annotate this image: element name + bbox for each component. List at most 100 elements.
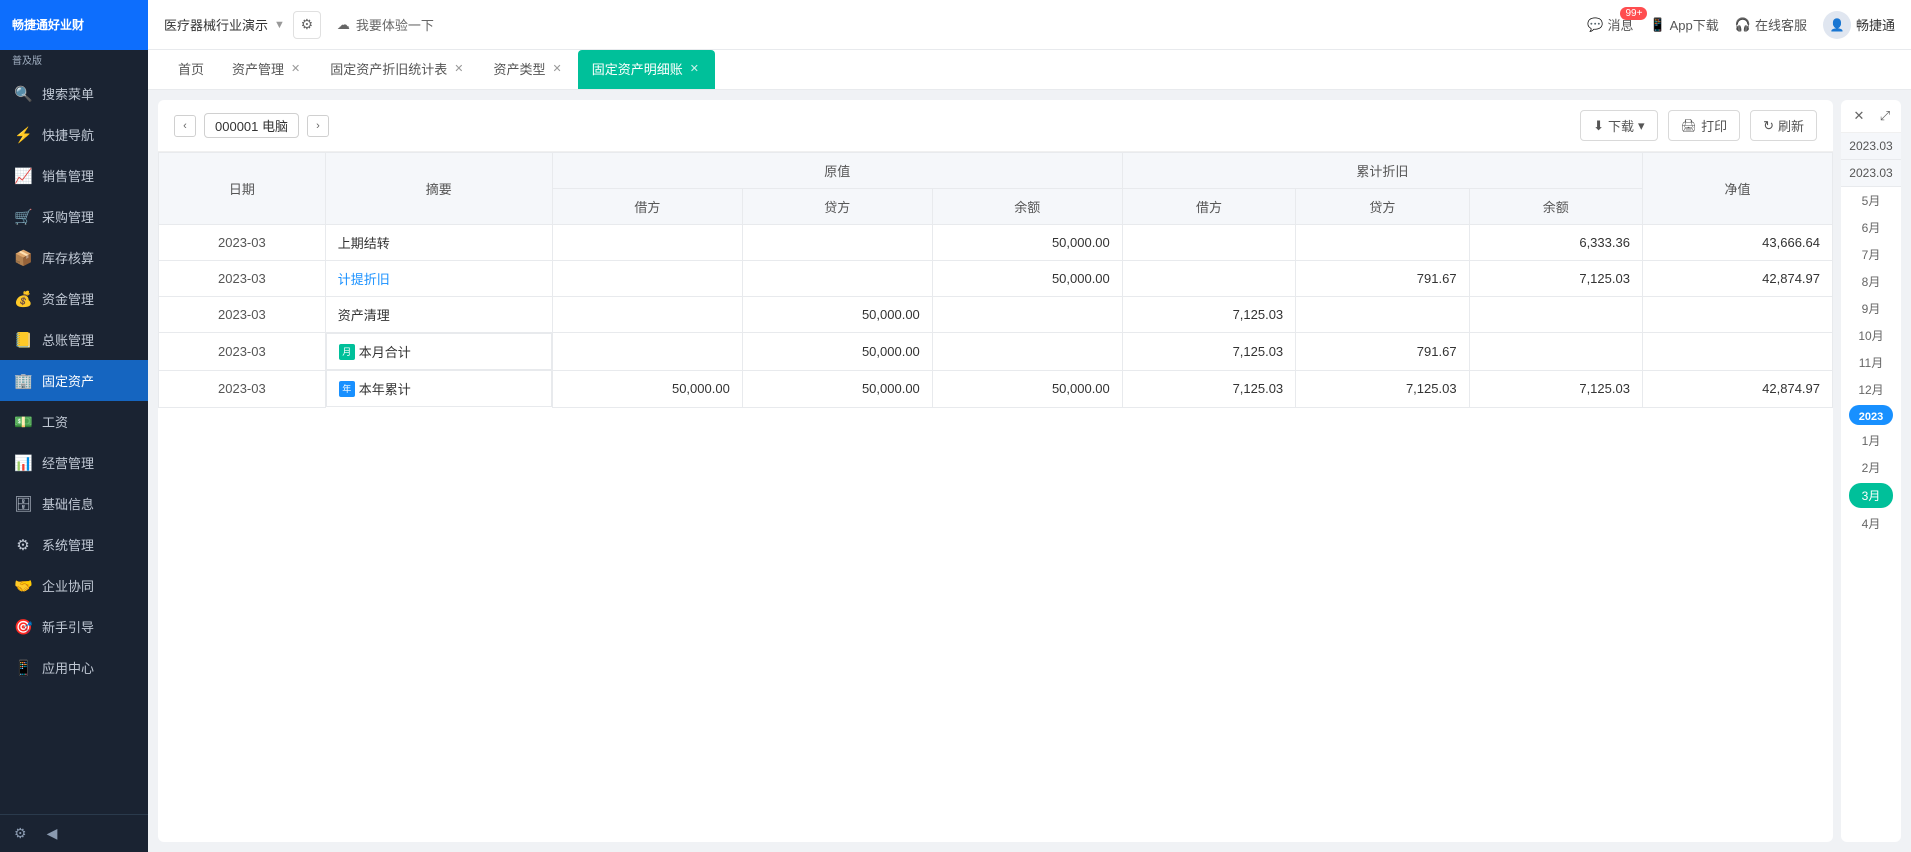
tab-close-icon[interactable]: ✕: [551, 60, 564, 77]
sidebar-item-fixedassets[interactable]: 🏢 固定资产: [0, 360, 148, 401]
refresh-button[interactable]: ↻ 刷新: [1750, 110, 1817, 141]
sidebar-item-system[interactable]: ⚙ 系统管理: [0, 524, 148, 565]
ledger-icon: 📒: [14, 331, 32, 349]
timeline-month[interactable]: 10月: [1841, 322, 1901, 349]
sidebar-item-funds[interactable]: 💰 资金管理: [0, 278, 148, 319]
company-selector[interactable]: 医疗器械行业演示 ▼: [164, 15, 285, 34]
onlineservice-button[interactable]: 🎧 在线客服: [1735, 15, 1807, 34]
prev-arrow[interactable]: ‹: [174, 115, 196, 137]
table-row: 2023-03 年 本年累计 50,000.00 50,000.00 50,00…: [159, 370, 1833, 407]
table-row: 2023-03 资产清理 50,000.00 7,125.03: [159, 297, 1833, 333]
td-date: 2023-03: [159, 261, 326, 297]
timeline-month[interactable]: 6月: [1841, 214, 1901, 241]
sidebar-item-appcenter[interactable]: 📱 应用中心: [0, 647, 148, 688]
timeline-top-buttons: ✕ ⤢: [1841, 100, 1901, 133]
refresh-label: 刷新: [1778, 116, 1804, 135]
close-timeline-button[interactable]: ✕: [1847, 104, 1871, 128]
timeline-month[interactable]: 5月: [1841, 187, 1901, 214]
td-net-value: 42,874.97: [1642, 370, 1832, 407]
timeline-month[interactable]: 7月: [1841, 241, 1901, 268]
next-arrow[interactable]: ›: [307, 115, 329, 137]
download-button[interactable]: ⬇ 下载 ▾: [1580, 110, 1657, 141]
td-date: 2023-03: [159, 297, 326, 333]
th-summary: 摘要: [325, 153, 552, 225]
sidebar-item-collab[interactable]: 🤝 企业协同: [0, 565, 148, 606]
timeline-month[interactable]: 12月: [1841, 376, 1901, 403]
td-orig-credit: 50,000.00: [742, 370, 932, 407]
sidebar-item-label: 总账管理: [42, 330, 94, 349]
tab-depreciation[interactable]: 固定资产折旧统计表 ✕: [316, 50, 479, 89]
purchase-icon: 🛒: [14, 208, 32, 226]
newguide-icon: 🎯: [14, 618, 32, 636]
download-icon: ⬇: [1593, 118, 1604, 134]
tab-close-icon[interactable]: ✕: [452, 60, 465, 77]
chevron-down-icon: ▾: [1638, 118, 1645, 134]
settings-button[interactable]: ⚙: [293, 11, 321, 39]
print-button[interactable]: 🖨 打印: [1668, 110, 1741, 141]
sidebar-item-basic[interactable]: 🗄 基础信息: [0, 483, 148, 524]
sidebar-item-label: 搜索菜单: [42, 84, 94, 103]
timeline-month[interactable]: 3月: [1849, 483, 1893, 508]
timeline-month[interactable]: 2月: [1841, 454, 1901, 481]
sidebar-item-search[interactable]: 🔍 搜索菜单: [0, 73, 148, 114]
timeline-month[interactable]: 9月: [1841, 295, 1901, 322]
sidebar-item-label: 应用中心: [42, 658, 94, 677]
messages-button[interactable]: 💬 消息 99+: [1587, 15, 1633, 34]
timeline-month[interactable]: 11月: [1841, 349, 1901, 376]
sidebar-item-operation[interactable]: 📊 经营管理: [0, 442, 148, 483]
timeline-panel: ✕ ⤢ 2023.03 2023.03 5月6月7月8月9月10月11月12月2…: [1841, 100, 1901, 842]
td-orig-credit: 50,000.00: [742, 333, 932, 371]
sidebar-item-label: 基础信息: [42, 494, 94, 513]
sidebar-item-label: 销售管理: [42, 166, 94, 185]
table-row: 2023-03 月 本月合计 50,000.00 7,125.03 791.67: [159, 333, 1833, 371]
operation-icon: 📊: [14, 454, 32, 472]
sidebar-footer: ⚙ ◀: [0, 814, 148, 852]
sidebar-item-label: 系统管理: [42, 535, 94, 554]
refresh-icon: ↻: [1763, 118, 1774, 134]
funds-icon: 💰: [14, 290, 32, 308]
experience-button[interactable]: ☁ 我要体验一下: [337, 15, 434, 34]
sidebar-item-payroll[interactable]: 💵 工资: [0, 401, 148, 442]
asset-detail-table: 日期 摘要 原值 累计折旧 净值 借方 贷方 余额 借方 贷方 余额: [158, 152, 1833, 408]
year-icon: 年: [339, 381, 355, 397]
sidebar-header: 畅捷通好业财: [0, 0, 148, 50]
appcenter-icon: 📱: [14, 659, 32, 677]
timeline-month[interactable]: 1月: [1841, 427, 1901, 454]
sidebar-item-ledger[interactable]: 📒 总账管理: [0, 319, 148, 360]
td-dep-balance: 6,333.36: [1469, 225, 1642, 261]
td-net-value: [1642, 297, 1832, 333]
td-dep-balance: 7,125.03: [1469, 261, 1642, 297]
td-dep-credit: 791.67: [1296, 333, 1469, 371]
settings-icon[interactable]: ⚙: [14, 825, 27, 842]
td-dep-debit: 7,125.03: [1122, 297, 1295, 333]
tab-home[interactable]: 首页: [164, 50, 218, 89]
inventory-icon: 📦: [14, 249, 32, 267]
timeline-month[interactable]: 4月: [1841, 510, 1901, 537]
td-dep-debit: 7,125.03: [1122, 333, 1295, 371]
tab-close-icon[interactable]: ✕: [688, 60, 701, 77]
sales-icon: 📈: [14, 167, 32, 185]
sidebar-item-inventory[interactable]: 📦 库存核算: [0, 237, 148, 278]
sidebar-item-purchase[interactable]: 🛒 采购管理: [0, 196, 148, 237]
timeline-year: 2023: [1849, 405, 1893, 425]
tab-close-icon[interactable]: ✕: [289, 60, 302, 77]
timeline-month[interactable]: 8月: [1841, 268, 1901, 295]
expand-timeline-button[interactable]: ⤢: [1873, 104, 1897, 128]
tab-assetmanage[interactable]: 资产管理 ✕: [218, 50, 316, 89]
print-icon: 🖨: [1681, 118, 1698, 134]
sidebar-item-quicknav[interactable]: ⚡ 快捷导航: [0, 114, 148, 155]
sidebar-item-newguide[interactable]: 🎯 新手引导: [0, 606, 148, 647]
collapse-sidebar-icon[interactable]: ◀: [47, 825, 58, 842]
chevron-down-icon: ▼: [274, 19, 285, 31]
company-name: 医疗器械行业演示: [164, 15, 268, 34]
sidebar-item-sales[interactable]: 📈 销售管理: [0, 155, 148, 196]
td-net-value: 42,874.97: [1642, 261, 1832, 297]
td-net-value: 43,666.64: [1642, 225, 1832, 261]
tab-assetdetail[interactable]: 固定资产明细账 ✕: [578, 50, 715, 89]
tab-assettype[interactable]: 资产类型 ✕: [479, 50, 577, 89]
sidebar-item-label: 新手引导: [42, 617, 94, 636]
appdownload-button[interactable]: 📱 App下载: [1649, 15, 1718, 34]
user-menu[interactable]: 👤 畅捷通: [1823, 11, 1895, 39]
td-date: 2023-03: [159, 225, 326, 261]
experience-label: 我要体验一下: [356, 15, 434, 34]
